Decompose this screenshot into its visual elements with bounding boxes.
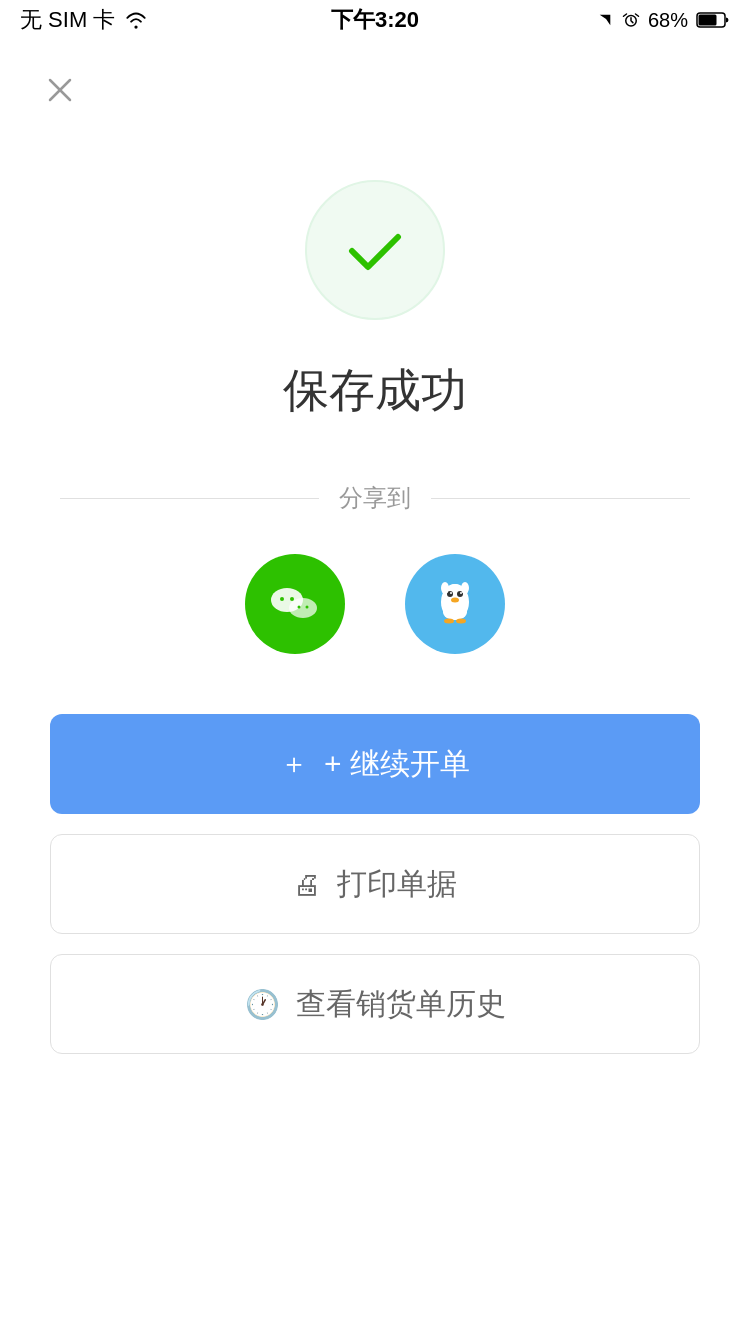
svg-point-18 <box>443 604 467 620</box>
wifi-icon <box>123 10 149 30</box>
wechat-share-button[interactable] <box>245 554 345 654</box>
svg-point-17 <box>451 598 459 603</box>
svg-point-20 <box>456 619 466 624</box>
status-left: 无 SIM 卡 <box>20 5 149 35</box>
svg-point-16 <box>460 592 462 594</box>
svg-point-10 <box>306 606 309 609</box>
svg-point-8 <box>290 597 294 601</box>
continue-label: + 继续开单 <box>324 744 470 785</box>
svg-point-9 <box>298 606 301 609</box>
success-title: 保存成功 <box>283 360 467 422</box>
close-icon <box>45 75 75 105</box>
history-label: 查看销货单历史 <box>296 984 506 1025</box>
svg-point-21 <box>441 582 449 594</box>
share-divider: 分享到 <box>0 482 750 514</box>
checkmark-icon <box>340 215 410 285</box>
svg-point-22 <box>461 582 469 594</box>
svg-rect-2 <box>699 15 717 26</box>
battery-text: 68% <box>648 9 688 32</box>
print-button[interactable]: 🖨 打印单据 <box>50 834 700 934</box>
qq-share-button[interactable] <box>405 554 505 654</box>
no-sim-text: 无 SIM 卡 <box>20 5 115 35</box>
wechat-icon <box>265 574 325 634</box>
main-content: 保存成功 分享到 <box>0 120 750 1334</box>
svg-point-7 <box>280 597 284 601</box>
alarm-icon <box>622 11 640 29</box>
divider-line-left <box>60 498 319 499</box>
history-button[interactable]: 🕐 查看销货单历史 <box>50 954 700 1054</box>
continue-icon: ＋ <box>280 745 308 783</box>
share-icons <box>245 554 505 654</box>
svg-point-15 <box>450 592 452 594</box>
svg-point-6 <box>289 598 317 618</box>
share-label: 分享到 <box>339 482 411 514</box>
svg-point-19 <box>444 619 454 624</box>
close-button[interactable] <box>30 60 90 120</box>
location-icon <box>596 11 614 29</box>
history-icon: 🕐 <box>245 988 280 1021</box>
status-time: 下午3:20 <box>331 5 419 35</box>
divider-line-right <box>431 498 690 499</box>
success-circle <box>305 180 445 320</box>
share-section: 分享到 <box>0 482 750 654</box>
battery-icon <box>696 11 730 29</box>
qq-icon <box>425 574 485 634</box>
print-icon: 🖨 <box>293 868 321 901</box>
print-label: 打印单据 <box>337 864 457 905</box>
actions: ＋ + 继续开单 🖨 打印单据 🕐 查看销货单历史 <box>0 714 750 1054</box>
status-right: 68% <box>596 9 730 32</box>
status-bar: 无 SIM 卡 下午3:20 68% <box>0 0 750 40</box>
continue-order-button[interactable]: ＋ + 继续开单 <box>50 714 700 814</box>
